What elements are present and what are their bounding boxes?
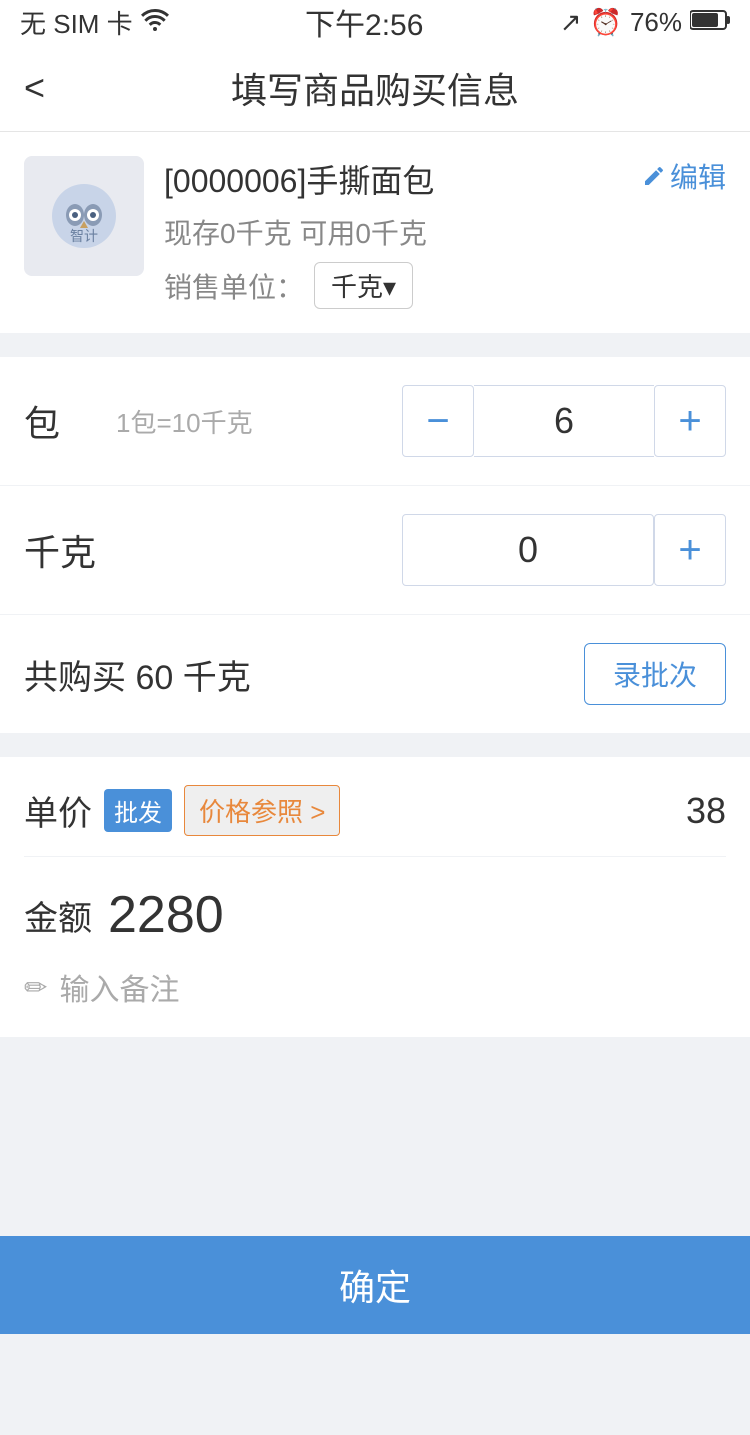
price-row: 单价 批发 价格参照 > 38 [24,785,726,857]
price-section: 单价 批发 价格参照 > 38 [0,757,750,857]
price-badge: 批发 [104,789,172,832]
back-button[interactable]: < [24,67,45,109]
product-info: [0000006]手撕面包 编辑 现存0千克 可用0千克 销售单位： 千克▾ [164,156,726,309]
amount-row: 金额 2280 [24,885,726,945]
status-bar: 无 SIM 卡 下午2:56 ↗ ⏰ 76% [0,0,750,44]
unit-pack-label: 包 [24,395,104,447]
divider-1 [0,341,750,357]
quantity-section: 包 1包=10千克 − + 千克 + [0,357,750,615]
quantity-controls-kg: + [402,514,726,586]
price-ref-button[interactable]: 价格参照 > [184,785,340,836]
decrement-pack-button[interactable]: − [402,385,474,457]
increment-kg-button[interactable]: + [654,514,726,586]
quantity-row-pack: 包 1包=10千克 − + [0,357,750,486]
carrier-text: 无 SIM 卡 [20,4,133,41]
unit-select[interactable]: 千克▾ [314,262,413,309]
main-content: < 填写商品购买信息 智计 [0000006]手撕面包 [0,44,750,1435]
quantity-pack-input[interactable] [474,385,654,457]
battery-icon [690,7,730,38]
remark-row[interactable]: ✏ 输入备注 [24,965,726,1009]
page-title: 填写商品购买信息 [231,62,519,114]
price-left: 单价 批发 价格参照 > [24,785,340,836]
status-time: 下午2:56 [305,0,423,44]
amount-value: 2280 [108,885,224,945]
total-amount: 60 [135,659,182,697]
remark-text: 输入备注 [59,965,179,1009]
nav-bar: < 填写商品购买信息 [0,44,750,132]
batch-button[interactable]: 录批次 [584,643,726,705]
product-header: [0000006]手撕面包 编辑 [164,156,726,202]
wifi-icon [141,7,169,38]
unit-label: 销售单位： [164,266,304,306]
unit-pack-hint: 1包=10千克 [116,403,402,440]
amount-section: 金额 2280 ✏ 输入备注 [0,857,750,1037]
quantity-row-kg: 千克 + [0,486,750,615]
product-name: [0000006]手撕面包 [164,156,642,202]
edit-label: 编辑 [670,156,726,196]
confirm-button-label: 确定 [339,1259,411,1311]
price-value: 38 [686,790,726,832]
status-left: 无 SIM 卡 [20,4,169,41]
svg-text:智计: 智计 [70,228,98,244]
product-stock: 现存0千克 可用0千克 [164,212,726,252]
amount-label: 金额 [24,891,92,940]
alarm-icon: ⏰ [590,7,622,38]
location-icon: ↗ [560,7,582,38]
unit-kg-label: 千克 [24,524,104,576]
total-label: 共购买 [24,659,126,697]
quantity-controls-pack: − + [402,385,726,457]
edit-button[interactable]: 编辑 [642,156,726,196]
product-image: 智计 [24,156,144,276]
confirm-button[interactable]: 确定 [0,1236,750,1334]
status-right: ↗ ⏰ 76% [560,7,730,38]
remark-icon: ✏ [24,971,47,1004]
product-unit: 销售单位： 千克▾ [164,262,726,309]
total-text: 共购买 60 千克 [24,650,251,699]
price-label: 单价 [24,786,92,835]
total-row: 共购买 60 千克 录批次 [0,615,750,741]
divider-2 [0,741,750,757]
total-unit: 千克 [183,659,251,697]
quantity-kg-input[interactable] [402,514,654,586]
battery-text: 76% [630,7,682,38]
product-card: 智计 [0000006]手撕面包 编辑 现存0千克 可用0千克 销售单位： 千克… [0,132,750,341]
increment-pack-button[interactable]: + [654,385,726,457]
